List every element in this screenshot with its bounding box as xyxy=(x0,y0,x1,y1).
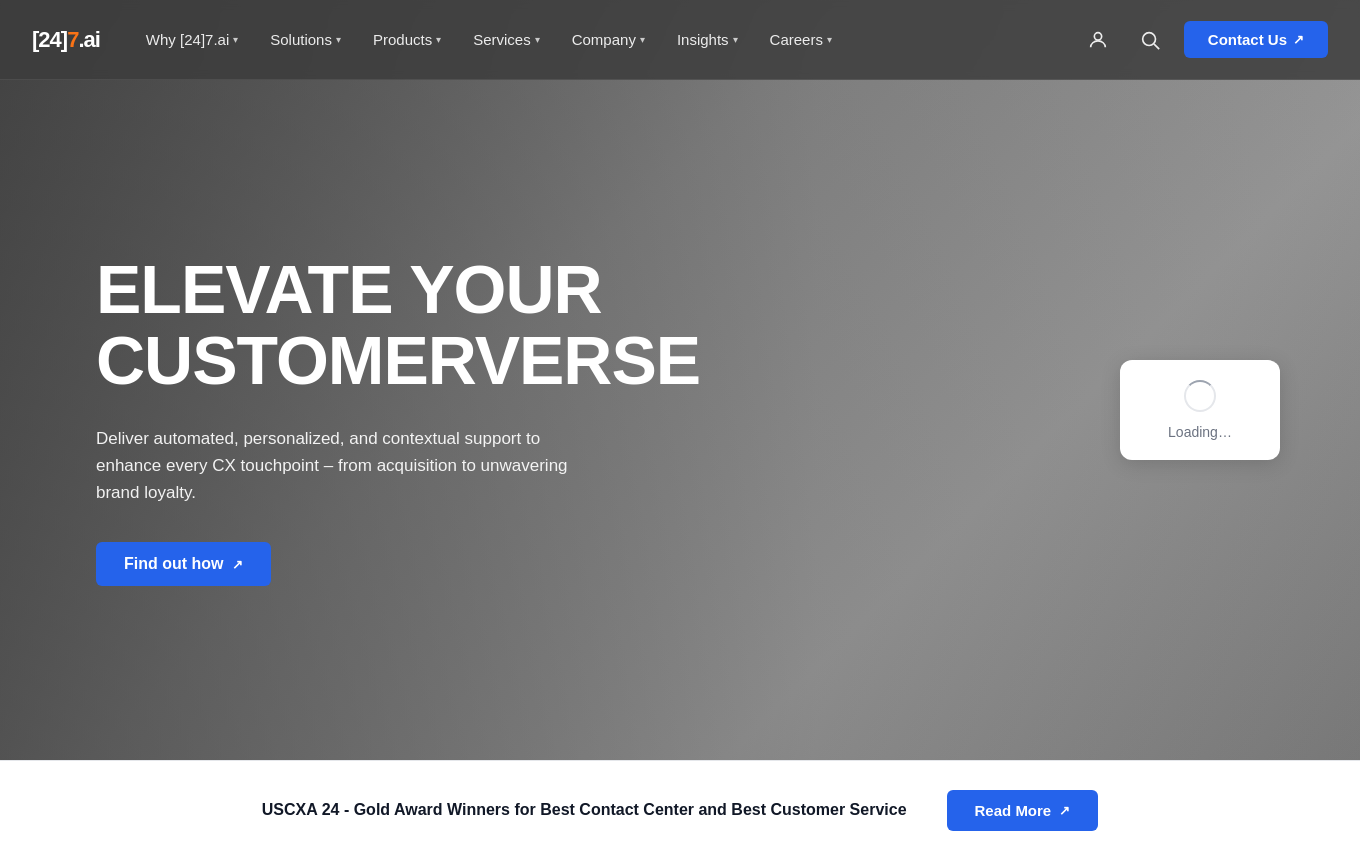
read-more-button[interactable]: Read More ↗ xyxy=(947,790,1099,831)
hero-title: ELEVATE YOUR CUSTOMERVERSE xyxy=(96,254,604,397)
hero-section: ELEVATE YOUR CUSTOMERVERSE Deliver autom… xyxy=(0,0,1360,760)
banner-award-text: USCXA 24 - Gold Award Winners for Best C… xyxy=(262,801,907,819)
nav-item-products[interactable]: Products ▾ xyxy=(359,23,455,56)
nav-item-careers[interactable]: Careers ▾ xyxy=(756,23,846,56)
logo[interactable]: [24]7.ai xyxy=(32,27,100,53)
chevron-down-icon: ▾ xyxy=(233,34,238,45)
nav-item-services[interactable]: Services ▾ xyxy=(459,23,554,56)
loading-text: Loading… xyxy=(1168,424,1232,440)
arrow-icon: ↗ xyxy=(232,557,243,572)
bottom-banner: USCXA 24 - Gold Award Winners for Best C… xyxy=(0,760,1360,859)
chevron-down-icon: ▾ xyxy=(733,34,738,45)
svg-point-0 xyxy=(1094,32,1101,39)
chevron-down-icon: ▾ xyxy=(436,34,441,45)
loading-widget: Loading… xyxy=(1120,360,1280,460)
nav-item-why[interactable]: Why [24]7.ai ▾ xyxy=(132,23,252,56)
hero-content: ELEVATE YOUR CUSTOMERVERSE Deliver autom… xyxy=(0,174,700,586)
svg-line-2 xyxy=(1154,44,1159,49)
nav-item-insights[interactable]: Insights ▾ xyxy=(663,23,752,56)
nav-links: Why [24]7.ai ▾ Solutions ▾ Products ▾ Se… xyxy=(132,23,1080,56)
chevron-down-icon: ▾ xyxy=(336,34,341,45)
loading-spinner xyxy=(1184,380,1216,412)
nav-actions: Contact Us ↗ xyxy=(1080,21,1328,58)
navbar: [24]7.ai Why [24]7.ai ▾ Solutions ▾ Prod… xyxy=(0,0,1360,80)
arrow-icon: ↗ xyxy=(1293,32,1304,47)
chevron-down-icon: ▾ xyxy=(640,34,645,45)
account-icon-button[interactable] xyxy=(1080,22,1116,58)
logo-text: [24]7.ai xyxy=(32,27,100,53)
nav-item-company[interactable]: Company ▾ xyxy=(558,23,659,56)
nav-item-solutions[interactable]: Solutions ▾ xyxy=(256,23,355,56)
chevron-down-icon: ▾ xyxy=(535,34,540,45)
search-icon-button[interactable] xyxy=(1132,22,1168,58)
svg-point-1 xyxy=(1142,32,1155,45)
arrow-icon: ↗ xyxy=(1059,803,1070,818)
find-out-how-button[interactable]: Find out how ↗ xyxy=(96,542,271,586)
chevron-down-icon: ▾ xyxy=(827,34,832,45)
hero-subtitle: Deliver automated, personalized, and con… xyxy=(96,425,604,507)
contact-us-button[interactable]: Contact Us ↗ xyxy=(1184,21,1328,58)
